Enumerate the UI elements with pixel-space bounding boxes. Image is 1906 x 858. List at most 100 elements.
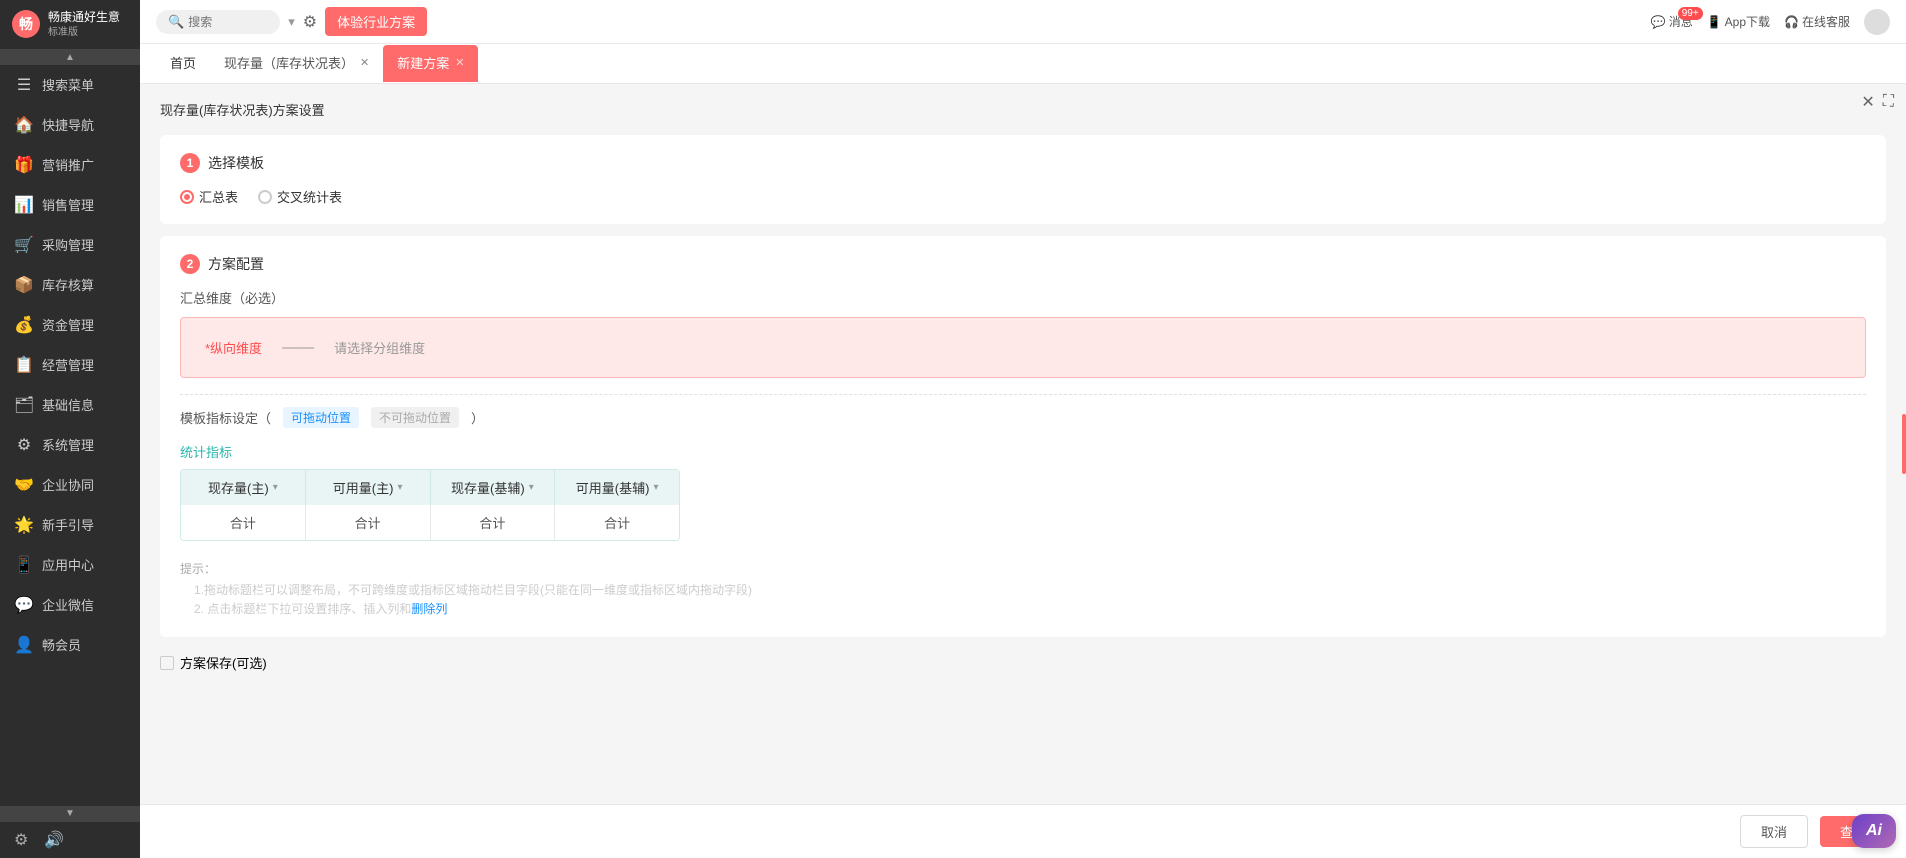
radio-summary[interactable]: 汇总表 <box>180 187 238 206</box>
step2-title: 方案配置 <box>208 254 264 274</box>
sidebar-scroll-up[interactable]: ▲ <box>0 50 140 65</box>
sidebar-item-enterprise[interactable]: 🤝 企业协同 <box>0 465 140 505</box>
stats-col-4-label: 可用量(基辅) <box>576 478 650 497</box>
sidebar-scroll-down[interactable]: ▼ <box>0 806 140 821</box>
top-bar-left: 🔍 ▾ ⚙ 体验行业方案 <box>156 7 427 36</box>
fixed-badge: 不可拖动位置 <box>371 407 459 428</box>
sidebar-item-guide[interactable]: 🌟 新手引导 <box>0 505 140 545</box>
stats-cell-1-2: 合计 <box>306 505 431 540</box>
stats-col-1-label: 现存量(主) <box>208 478 269 497</box>
stats-cell-1-1: 合计 <box>181 505 306 540</box>
tab-home-label: 首页 <box>170 53 196 72</box>
sidebar: 畅 畅康通好生意 标准版 ▲ ☰ 搜索菜单 🏠 快捷导航 🎁 营销推广 📊 销售… <box>0 0 140 858</box>
sidebar-item-sales[interactable]: 📊 销售管理 <box>0 185 140 225</box>
member-icon: 👤 <box>14 635 34 655</box>
tab-inventory-status[interactable]: 现存量（库存状况表） ✕ <box>210 45 383 82</box>
sidebar-item-search-menu[interactable]: ☰ 搜索菜单 <box>0 65 140 105</box>
sidebar-item-purchase[interactable]: 🛒 采购管理 <box>0 225 140 265</box>
topbar-gear-icon[interactable]: ⚙ <box>303 12 317 32</box>
sidebar-item-label: 应用中心 <box>42 555 94 574</box>
step2-badge: 2 <box>180 254 200 274</box>
stats-col-2-label: 可用量(主) <box>333 478 394 497</box>
stats-col-4[interactable]: 可用量(基辅) ▾ <box>555 470 679 505</box>
save-scheme-label: 方案保存(可选) <box>180 653 267 672</box>
panel-close-button[interactable]: ✕ <box>1861 92 1874 112</box>
logo-icon: 畅 <box>12 10 40 38</box>
search-icon: 🔍 <box>168 14 184 30</box>
sound-footer-icon[interactable]: 🔊 <box>44 830 64 850</box>
ai-float-button[interactable]: Ai <box>1852 814 1896 848</box>
step1-header: 1 选择模板 <box>180 153 1866 173</box>
sidebar-item-marketing[interactable]: 🎁 营销推广 <box>0 145 140 185</box>
app-download-label: App下载 <box>1725 13 1770 30</box>
sidebar-item-basic[interactable]: 🗂 基础信息 <box>0 385 140 425</box>
sidebar-item-label: 经营管理 <box>42 355 94 374</box>
dropdown-icon[interactable]: ▾ <box>288 14 295 30</box>
sidebar-item-system[interactable]: ⚙ 系统管理 <box>0 425 140 465</box>
customer-service-button[interactable]: 🎧 在线客服 <box>1784 13 1850 30</box>
sidebar-item-label: 企业微信 <box>42 595 94 614</box>
sidebar-item-member[interactable]: 👤 畅会员 <box>0 625 140 665</box>
messages-button[interactable]: 💬 消息 99+ <box>1651 13 1693 30</box>
top-bar: 🔍 ▾ ⚙ 体验行业方案 💬 消息 99+ 📱 App下载 🎧 在线客服 <box>140 0 1906 44</box>
stats-title: 统计指标 <box>180 442 1866 461</box>
dimension-area[interactable]: *纵向维度 —— 请选择分组维度 <box>180 317 1866 378</box>
purchase-icon: 🛒 <box>14 235 34 255</box>
stats-col-4-chevron: ▾ <box>653 482 658 493</box>
stats-col-2[interactable]: 可用量(主) ▾ <box>306 470 431 505</box>
tab-new-scheme-close-icon[interactable]: ✕ <box>455 56 464 69</box>
sidebar-item-label: 新手引导 <box>42 515 94 534</box>
marketing-icon: 🎁 <box>14 155 34 175</box>
stats-col-1[interactable]: 现存量(主) ▾ <box>181 470 306 505</box>
indicator-suffix: ） <box>471 408 484 427</box>
radio-cross-label: 交叉统计表 <box>277 187 342 206</box>
sidebar-item-wechat[interactable]: 💬 企业微信 <box>0 585 140 625</box>
radio-cross[interactable]: 交叉统计表 <box>258 187 342 206</box>
stats-table: 现存量(主) ▾ 可用量(主) ▾ 现存量(基辅) ▾ 可用量(基辅) <box>180 469 680 541</box>
tab-new-scheme[interactable]: 新建方案 ✕ <box>383 45 478 82</box>
tab-home[interactable]: 首页 <box>156 45 210 82</box>
trial-button[interactable]: 体验行业方案 <box>325 7 427 36</box>
save-scheme-checkbox[interactable] <box>160 656 174 670</box>
operations-icon: 📋 <box>14 355 34 375</box>
indicator-settings: 模板指标设定（ 可拖动位置 不可拖动位置 ） <box>180 407 1866 428</box>
save-scheme: 方案保存(可选) <box>160 653 1886 672</box>
search-input[interactable] <box>188 15 268 29</box>
tips-item-1: 1.拖动标题栏可以调整布局，不可跨维度或指标区域拖动栏目字段(只能在同一维度或指… <box>180 581 1866 598</box>
bottom-bar: 取消 查询 <box>140 804 1906 858</box>
panel-controls: ✕ ⛶ <box>1849 84 1906 120</box>
ai-float-label: Ai <box>1866 822 1882 840</box>
sidebar-item-label: 搜索菜单 <box>42 75 94 94</box>
sidebar-item-label: 营销推广 <box>42 155 94 174</box>
tips-delete-link[interactable]: 删除列 <box>411 602 447 616</box>
tips-item-2: 2. 点击标题栏下拉可设置排序、插入列和删除列 <box>180 600 1866 617</box>
draggable-badge: 可拖动位置 <box>283 407 359 428</box>
app-download-button[interactable]: 📱 App下载 <box>1707 13 1770 30</box>
search-box[interactable]: 🔍 <box>156 10 280 34</box>
radio-cross-dot <box>258 190 272 204</box>
panel-expand-button[interactable]: ⛶ <box>1883 93 1894 111</box>
tab-bar: 首页 现存量（库存状况表） ✕ 新建方案 ✕ <box>140 44 1906 84</box>
message-icon: 💬 <box>1651 15 1666 29</box>
stats-cell-1-3: 合计 <box>431 505 556 540</box>
sidebar-item-quick-nav[interactable]: 🏠 快捷导航 <box>0 105 140 145</box>
customer-service-label: 在线客服 <box>1802 13 1850 30</box>
sidebar-item-app-center[interactable]: 📱 应用中心 <box>0 545 140 585</box>
sidebar-item-inventory[interactable]: 📦 库存核算 <box>0 265 140 305</box>
tab-new-scheme-label: 新建方案 <box>397 53 449 72</box>
sidebar-item-finance[interactable]: 💰 资金管理 <box>0 305 140 345</box>
sidebar-item-operations[interactable]: 📋 经营管理 <box>0 345 140 385</box>
basic-icon: 🗂 <box>14 395 34 415</box>
tips-area: 提示： 1.拖动标题栏可以调整布局，不可跨维度或指标区域拖动栏目字段(只能在同一… <box>180 560 1866 617</box>
main-content: 🔍 ▾ ⚙ 体验行业方案 💬 消息 99+ 📱 App下载 🎧 在线客服 <box>140 0 1906 858</box>
stats-col-2-chevron: ▾ <box>397 482 402 493</box>
tab-inventory-close-icon[interactable]: ✕ <box>360 56 369 69</box>
avatar[interactable] <box>1864 9 1890 35</box>
settings-footer-icon[interactable]: ⚙ <box>14 830 28 850</box>
cancel-button[interactable]: 取消 <box>1740 815 1808 848</box>
dimension-label: 汇总维度（必选） <box>180 288 1866 307</box>
tab-inventory-label: 现存量（库存状况表） <box>224 53 354 72</box>
stats-col-3[interactable]: 现存量(基辅) ▾ <box>431 470 556 505</box>
sidebar-item-label: 快捷导航 <box>42 115 94 134</box>
step2-header: 2 方案配置 <box>180 254 1866 274</box>
